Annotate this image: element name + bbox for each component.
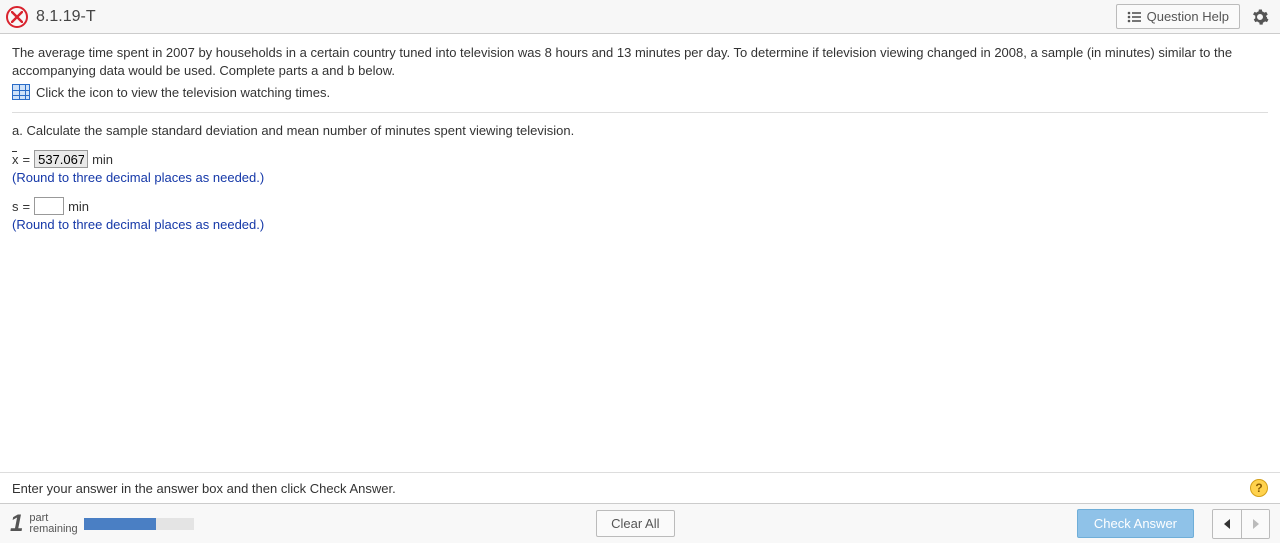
xbar-symbol: x bbox=[12, 152, 19, 167]
equals-sign-2: = bbox=[23, 199, 31, 214]
parts-line1: part bbox=[29, 513, 77, 524]
instruction-bar: Enter your answer in the answer box and … bbox=[0, 472, 1280, 503]
question-help-button[interactable]: Question Help bbox=[1116, 4, 1240, 29]
s-unit: min bbox=[68, 199, 89, 214]
footer-bar: 1 part remaining Clear All Check Answer bbox=[0, 503, 1280, 543]
header-bar: 8.1.19-T Question Help bbox=[0, 0, 1280, 34]
progress-bar bbox=[84, 518, 194, 530]
problem-intro: The average time spent in 2007 by househ… bbox=[12, 44, 1268, 80]
gear-icon[interactable] bbox=[1246, 3, 1274, 31]
next-button[interactable] bbox=[1241, 510, 1269, 538]
s-symbol: s bbox=[12, 199, 19, 214]
xbar-unit: min bbox=[92, 152, 113, 167]
xbar-input[interactable] bbox=[34, 150, 88, 168]
instruction-text: Enter your answer in the answer box and … bbox=[12, 481, 396, 496]
question-help-label: Question Help bbox=[1147, 9, 1229, 24]
clear-all-button[interactable]: Clear All bbox=[596, 510, 674, 537]
xbar-answer-line: x = min bbox=[12, 150, 1268, 168]
parts-line2: remaining bbox=[29, 524, 77, 535]
page-title: 8.1.19-T bbox=[36, 8, 96, 26]
part-a-label: a. Calculate the sample standard deviati… bbox=[12, 123, 1268, 138]
round-hint-1: (Round to three decimal places as needed… bbox=[12, 170, 1268, 185]
content-area: The average time spent in 2007 by househ… bbox=[0, 34, 1280, 483]
nav-buttons bbox=[1212, 509, 1270, 539]
s-input[interactable] bbox=[34, 197, 64, 215]
s-answer-line: s = min bbox=[12, 197, 1268, 215]
table-icon[interactable] bbox=[12, 84, 30, 100]
check-answer-button[interactable]: Check Answer bbox=[1077, 509, 1194, 538]
help-icon[interactable]: ? bbox=[1250, 479, 1268, 497]
data-link-text[interactable]: Click the icon to view the television wa… bbox=[36, 85, 330, 100]
equals-sign: = bbox=[23, 152, 31, 167]
list-icon bbox=[1127, 11, 1141, 23]
divider bbox=[12, 112, 1268, 113]
parts-remaining: 1 part remaining bbox=[10, 513, 194, 535]
progress-fill bbox=[84, 518, 157, 530]
round-hint-2: (Round to three decimal places as needed… bbox=[12, 217, 1268, 232]
parts-count: 1 bbox=[10, 513, 23, 535]
close-icon[interactable] bbox=[6, 6, 28, 28]
prev-button[interactable] bbox=[1213, 510, 1241, 538]
